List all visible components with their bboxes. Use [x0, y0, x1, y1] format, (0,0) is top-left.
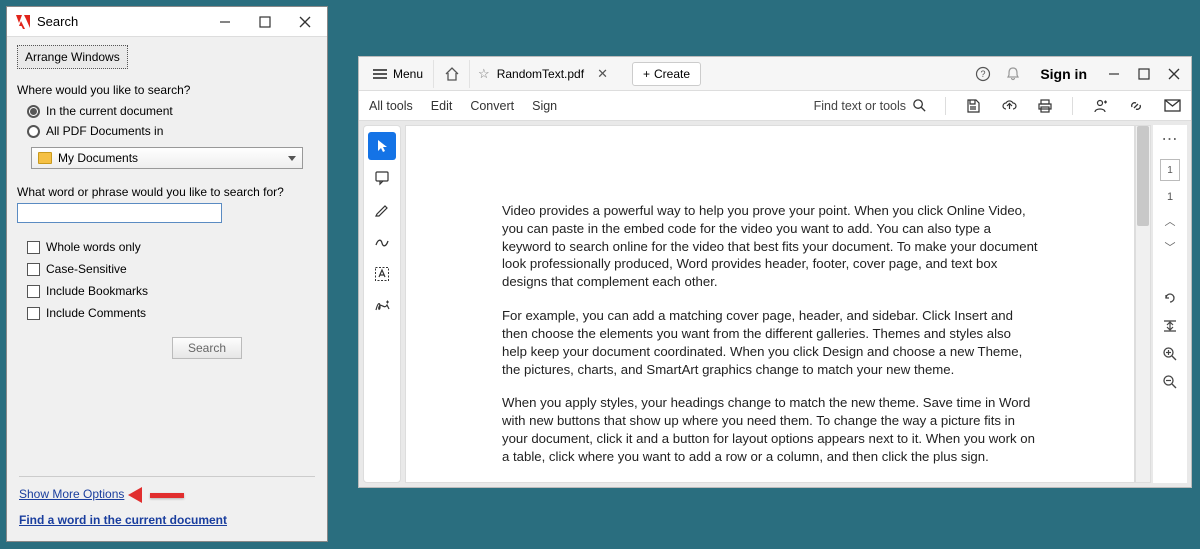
search-window: Search Arrange Windows Where would you l… — [6, 6, 328, 542]
search-icon — [912, 98, 927, 113]
checkbox-icon — [27, 263, 40, 276]
menu-label: Menu — [393, 67, 423, 81]
create-label: Create — [654, 67, 690, 81]
close-button[interactable] — [285, 8, 325, 36]
menu-button[interactable]: Menu — [363, 60, 434, 88]
close-button[interactable] — [1159, 59, 1189, 89]
folder-select[interactable]: My Documents — [31, 147, 303, 169]
zoom-out-icon[interactable] — [1161, 373, 1179, 391]
check-bookmarks-label: Include Bookmarks — [46, 284, 148, 298]
main-titlebar: Menu ☆ RandomText.pdf ✕ + Create ? Sign … — [359, 57, 1191, 91]
where-search-label: Where would you like to search? — [17, 83, 317, 97]
scrollbar[interactable] — [1135, 125, 1151, 483]
highlight-tool[interactable] — [368, 196, 396, 224]
star-icon[interactable]: ☆ — [478, 66, 490, 82]
home-icon — [444, 66, 460, 82]
scrollbar-thumb[interactable] — [1137, 126, 1149, 226]
select-tool[interactable] — [368, 132, 396, 160]
checkbox-icon — [27, 241, 40, 254]
document-paragraph: When you apply styles, your headings cha… — [502, 394, 1038, 465]
checkbox-include-comments[interactable]: Include Comments — [17, 303, 317, 323]
link-icon[interactable] — [1127, 97, 1145, 115]
maximize-button[interactable] — [245, 8, 285, 36]
svg-text:?: ? — [981, 69, 986, 79]
page-total: 1 — [1167, 191, 1173, 203]
zoom-in-icon[interactable] — [1161, 345, 1179, 363]
tab-title: RandomText.pdf — [497, 67, 584, 81]
all-tools-tab[interactable]: All tools — [369, 99, 413, 113]
search-titlebar: Search — [7, 7, 327, 37]
find-in-document-link[interactable]: Find a word in the current document — [19, 513, 315, 527]
draw-tool[interactable] — [368, 228, 396, 256]
plus-icon: + — [643, 67, 650, 81]
convert-tab[interactable]: Convert — [470, 99, 514, 113]
signin-button[interactable]: Sign in — [1028, 66, 1099, 82]
page-up-icon[interactable]: ︿ — [1165, 213, 1176, 229]
search-button[interactable]: Search — [172, 337, 242, 359]
annotation-arrow — [128, 487, 184, 503]
edit-tab[interactable]: Edit — [431, 99, 453, 113]
help-icon[interactable]: ? — [968, 59, 998, 89]
radio-current-label: In the current document — [46, 104, 173, 118]
arrange-windows-button[interactable]: Arrange Windows — [17, 45, 128, 69]
find-text-button[interactable]: Find text or tools — [814, 98, 927, 113]
folder-selected-label: My Documents — [58, 151, 288, 165]
document-paragraph: Video provides a powerful way to help yo… — [502, 202, 1038, 291]
radio-all-pdf[interactable]: All PDF Documents in — [27, 121, 317, 141]
search-input[interactable] — [17, 203, 222, 223]
create-button[interactable]: + Create — [632, 62, 701, 86]
home-button[interactable] — [434, 60, 470, 88]
content-area: Video provides a powerful way to help yo… — [359, 121, 1191, 487]
checkbox-icon — [27, 285, 40, 298]
radio-icon — [27, 125, 40, 138]
bell-icon[interactable] — [998, 59, 1028, 89]
comment-tool[interactable] — [368, 164, 396, 192]
checkbox-include-bookmarks[interactable]: Include Bookmarks — [17, 281, 317, 301]
search-window-title: Search — [37, 14, 205, 29]
save-icon[interactable] — [964, 97, 982, 115]
minimize-button[interactable] — [205, 8, 245, 36]
check-whole-label: Whole words only — [46, 240, 141, 254]
what-search-label: What word or phrase would you like to se… — [17, 185, 317, 199]
show-more-options-link[interactable]: Show More Options — [19, 487, 124, 501]
radio-current-document[interactable]: In the current document — [27, 101, 317, 121]
tab-close-icon[interactable]: ✕ — [597, 66, 608, 82]
cloud-upload-icon[interactable] — [1000, 97, 1018, 115]
page-down-icon[interactable]: ﹀ — [1165, 239, 1176, 255]
checkbox-icon — [27, 307, 40, 320]
check-case-label: Case-Sensitive — [46, 262, 127, 276]
maximize-button[interactable] — [1129, 59, 1159, 89]
search-body: Arrange Windows Where would you like to … — [7, 37, 327, 359]
more-options-icon[interactable]: ⋯ — [1162, 129, 1179, 149]
left-toolbar — [363, 125, 401, 483]
print-icon[interactable] — [1036, 97, 1054, 115]
chevron-down-icon — [288, 156, 296, 161]
folder-icon — [38, 152, 52, 164]
adobe-icon — [15, 14, 31, 30]
hamburger-icon — [373, 69, 387, 79]
checkbox-whole-words[interactable]: Whole words only — [17, 237, 317, 257]
page-input[interactable]: 1 — [1160, 159, 1180, 181]
second-toolbar: All tools Edit Convert Sign Find text or… — [359, 91, 1191, 121]
checkbox-case-sensitive[interactable]: Case-Sensitive — [17, 259, 317, 279]
sign-tab[interactable]: Sign — [532, 99, 557, 113]
document-view[interactable]: Video provides a powerful way to help yo… — [405, 125, 1135, 483]
acrobat-window: Menu ☆ RandomText.pdf ✕ + Create ? Sign … — [358, 56, 1192, 488]
text-tool[interactable] — [368, 260, 396, 288]
find-text-label: Find text or tools — [814, 99, 906, 113]
fit-width-icon[interactable] — [1161, 317, 1179, 335]
share-user-icon[interactable] — [1091, 97, 1109, 115]
radio-icon — [27, 105, 40, 118]
rotate-icon[interactable] — [1161, 289, 1179, 307]
right-panel: ⋯ 1 1 ︿ ﹀ — [1153, 125, 1187, 483]
document-paragraph: For example, you can add a matching cove… — [502, 307, 1038, 378]
minimize-button[interactable] — [1099, 59, 1129, 89]
signature-tool[interactable] — [368, 292, 396, 320]
search-footer: Show More Options Find a word in the cur… — [7, 468, 327, 541]
document-tab[interactable]: ☆ RandomText.pdf ✕ — [470, 57, 616, 91]
mail-icon[interactable] — [1163, 97, 1181, 115]
radio-allpdf-label: All PDF Documents in — [46, 124, 163, 138]
check-comments-label: Include Comments — [46, 306, 146, 320]
